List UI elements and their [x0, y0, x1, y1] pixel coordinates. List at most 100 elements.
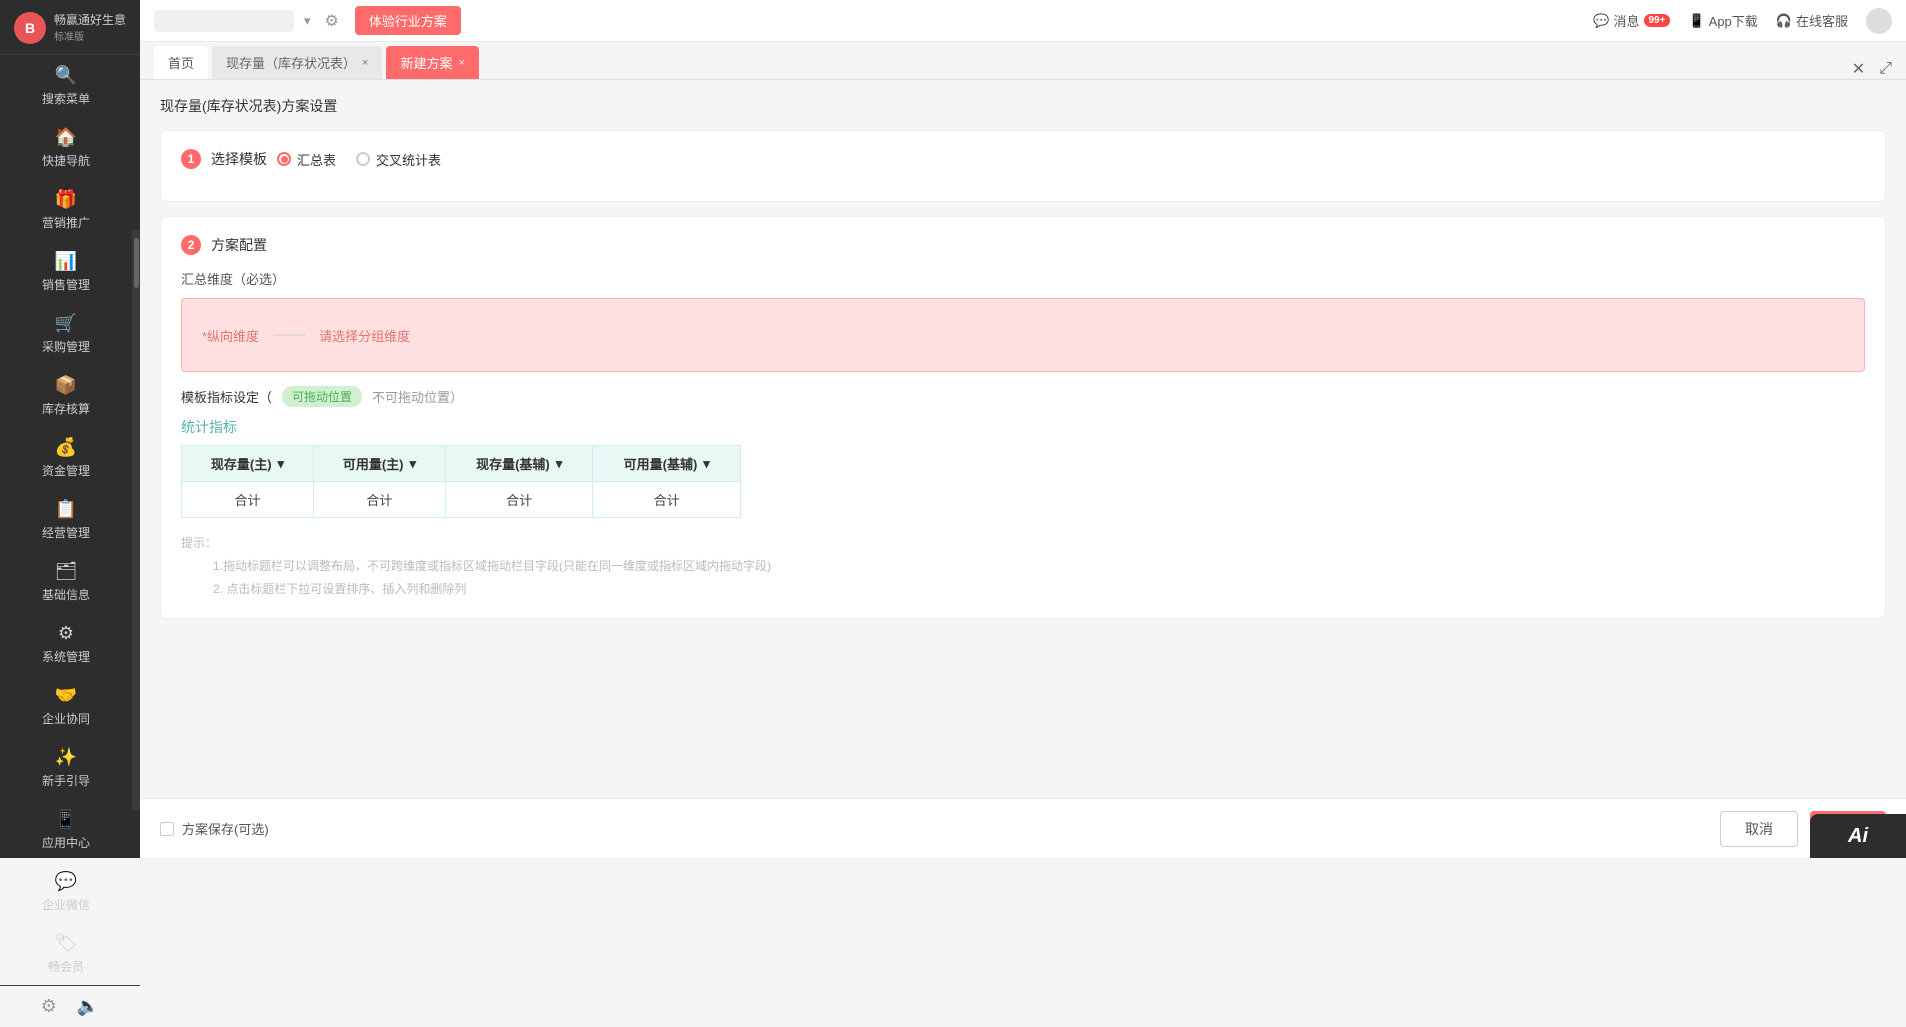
sidebar-bottom: ⚙ 🔈 [0, 985, 140, 1027]
tab-new-plan-label: 新建方案 [400, 53, 452, 72]
logo-char: B [25, 20, 35, 36]
sidebar-item-contract[interactable]: 🤝 企业协同 [0, 675, 132, 737]
indicator-hint: 模板指标设定（ 可拖动位置 不可拖动位置） [181, 386, 1865, 407]
sidebar-label-biz: 经营管理 [42, 524, 90, 541]
tab-inventory[interactable]: 现存量（库存状况表） × [212, 46, 382, 79]
save-checkbox[interactable]: 方案保存(可选) [160, 819, 269, 838]
sidebar-item-search[interactable]: 🔍 搜索菜单 [0, 55, 132, 117]
online-support-label: 在线客服 [1796, 11, 1848, 30]
col-header-2[interactable]: 现存量(基辅) ▾ [445, 446, 593, 482]
radio-cross[interactable]: 交叉统计表 [356, 150, 441, 169]
sidebar-label-finance: 资金管理 [42, 462, 90, 479]
tips-list: 1.拖动标题栏可以调整布局，不可跨维度或指标区域拖动栏目字段(只能在同一维度或指… [181, 555, 1865, 601]
tips-header: 提示： [181, 532, 217, 555]
sidebar-item-base[interactable]: 🗂 基础信息 [0, 551, 132, 613]
online-support-item[interactable]: 🎧 在线客服 [1776, 11, 1848, 30]
dim-required-mark: *纵向维度 [202, 326, 259, 345]
expand-window-icon[interactable]: ⤢ [1879, 60, 1892, 78]
dim-placeholder-text: 请选择分组维度 [319, 326, 410, 345]
sidebar-label-wechat: 企业微信 [42, 896, 90, 913]
app-download-item[interactable]: 📱 App下载 [1688, 11, 1757, 30]
sidebar-item-finance[interactable]: 💰 资金管理 [0, 427, 132, 489]
sidebar-item-stock[interactable]: 📦 库存核算 [0, 365, 132, 427]
sidebar-item-purchase[interactable]: 🛒 采购管理 [0, 303, 132, 365]
sidebar-label-purchase: 采购管理 [42, 338, 90, 355]
sidebar-item-wechat[interactable]: 💬 企业微信 [0, 861, 132, 923]
sidebar-logo: B 畅赢通好生意 标准版 [0, 0, 140, 55]
tab-inventory-close-icon[interactable]: × [362, 57, 368, 69]
box-icon: 📦 [55, 375, 77, 396]
home-icon: 🏠 [55, 127, 77, 148]
save-checkbox-label: 方案保存(可选) [182, 819, 269, 838]
tab-home-label: 首页 [168, 53, 194, 72]
col-cell-3: 合计 [593, 482, 741, 518]
sidebar-scrollbar[interactable] [132, 230, 140, 810]
dim-placeholder: *纵向维度 —— 请选择分组维度 [202, 326, 410, 345]
trial-button[interactable]: 体验行业方案 [355, 6, 461, 35]
app-name-block: 畅赢通好生意 标准版 [54, 13, 126, 44]
window-controls: ✕ ⤢ [1852, 59, 1892, 79]
main-area: ▾ ⚙ 体验行业方案 💬 消息 99+ 📱 App下载 🎧 在线客服 首页 [140, 0, 1906, 858]
tabs-bar: 首页 现存量（库存状况表） × 新建方案 × ✕ ⤢ [140, 42, 1906, 80]
sidebar-item-marketing[interactable]: 🎁 营销推广 [0, 179, 132, 241]
radio-summary[interactable]: 汇总表 [277, 150, 336, 169]
close-window-icon[interactable]: ✕ [1852, 59, 1865, 79]
settings-icon[interactable]: ⚙ [41, 996, 57, 1017]
sidebar-item-biz[interactable]: 📋 经营管理 [0, 489, 132, 551]
topbar-gear-icon[interactable]: ⚙ [325, 11, 339, 31]
tips-section: 提示： 1.拖动标题栏可以调整布局，不可跨维度或指标区域拖动栏目字段(只能在同一… [181, 532, 1865, 600]
tab-home[interactable]: 首页 [154, 46, 208, 79]
draggable-toggle[interactable]: 可拖动位置 [282, 386, 362, 407]
volume-icon[interactable]: 🔈 [77, 996, 99, 1017]
sidebar-label-member: 畅会员 [48, 958, 84, 975]
sidebar-item-system[interactable]: ⚙ 系统管理 [0, 613, 132, 675]
gift-icon: 🎁 [55, 189, 77, 210]
download-icon: 📱 [1688, 13, 1704, 29]
sidebar-item-sales[interactable]: 📊 销售管理 [0, 241, 132, 303]
message-item[interactable]: 💬 消息 99+ [1593, 11, 1670, 30]
content-area: 现存量(库存状况表)方案设置 1 选择模板 汇总表 交叉统计表 [140, 80, 1906, 798]
col-header-1-chevron[interactable]: ▾ [410, 456, 417, 472]
chevron-down-icon[interactable]: ▾ [304, 13, 311, 29]
cancel-button[interactable]: 取消 [1720, 811, 1798, 847]
app-edition: 标准版 [54, 28, 126, 43]
topbar-search-input[interactable] [154, 10, 294, 32]
dimension-area[interactable]: *纵向维度 —— 请选择分组维度 [181, 298, 1865, 372]
tab-new-plan-close-icon[interactable]: × [458, 57, 464, 69]
ai-label-block[interactable]: Ai [1810, 814, 1906, 858]
sidebar-item-guide[interactable]: ✨ 新手引导 [0, 737, 132, 799]
col-header-3-chevron[interactable]: ▾ [703, 456, 710, 472]
col-header-3[interactable]: 可用量(基辅) ▾ [593, 446, 741, 482]
template-radio-group: 汇总表 交叉统计表 [277, 150, 441, 169]
col-header-0-chevron[interactable]: ▾ [278, 456, 285, 472]
message-label: 消息 [1613, 11, 1639, 30]
handshake-icon: 🤝 [55, 685, 77, 706]
step2-label: 方案配置 [211, 235, 267, 255]
money-icon: 💰 [55, 437, 77, 458]
step1-label: 选择模板 [211, 149, 267, 169]
app-download-label: App下载 [1709, 11, 1758, 30]
avatar[interactable] [1866, 8, 1892, 34]
radio-summary-circle [277, 152, 291, 166]
col-header-0[interactable]: 现存量(主) ▾ [182, 446, 314, 482]
app-logo-icon: B [14, 12, 46, 44]
col-header-2-label: 现存量(基辅) [476, 454, 550, 473]
col-header-2-chevron[interactable]: ▾ [556, 456, 563, 472]
sidebar-label-apps: 应用中心 [42, 834, 90, 851]
draggable-label: 可拖动位置 [292, 388, 352, 405]
sidebar-item-shortcut[interactable]: 🏠 快捷导航 [0, 117, 132, 179]
sidebar-label-marketing: 营销推广 [42, 214, 90, 231]
tab-new-plan[interactable]: 新建方案 × [386, 46, 478, 79]
col-header-1[interactable]: 可用量(主) ▾ [313, 446, 445, 482]
message-icon: 💬 [1593, 13, 1609, 29]
save-checkbox-box[interactable] [160, 822, 174, 836]
sidebar-item-apps[interactable]: 📱 应用中心 [0, 799, 132, 861]
tag-icon: 🏷 [55, 933, 78, 954]
sidebar-item-member[interactable]: 🏷 畅会员 [0, 923, 132, 985]
tip-1: 1.拖动标题栏可以调整布局，不可跨维度或指标区域拖动栏目字段(只能在同一维度或指… [213, 555, 1865, 578]
not-draggable-label: 不可拖动位置） [372, 387, 463, 406]
sidebar: B 畅赢通好生意 标准版 🔍 搜索菜单 🏠 快捷导航 [0, 0, 140, 858]
col-header-3-label: 可用量(基辅) [624, 454, 698, 473]
chart-icon: 📊 [55, 251, 77, 272]
step1-header: 1 选择模板 汇总表 交叉统计表 [181, 149, 1865, 169]
